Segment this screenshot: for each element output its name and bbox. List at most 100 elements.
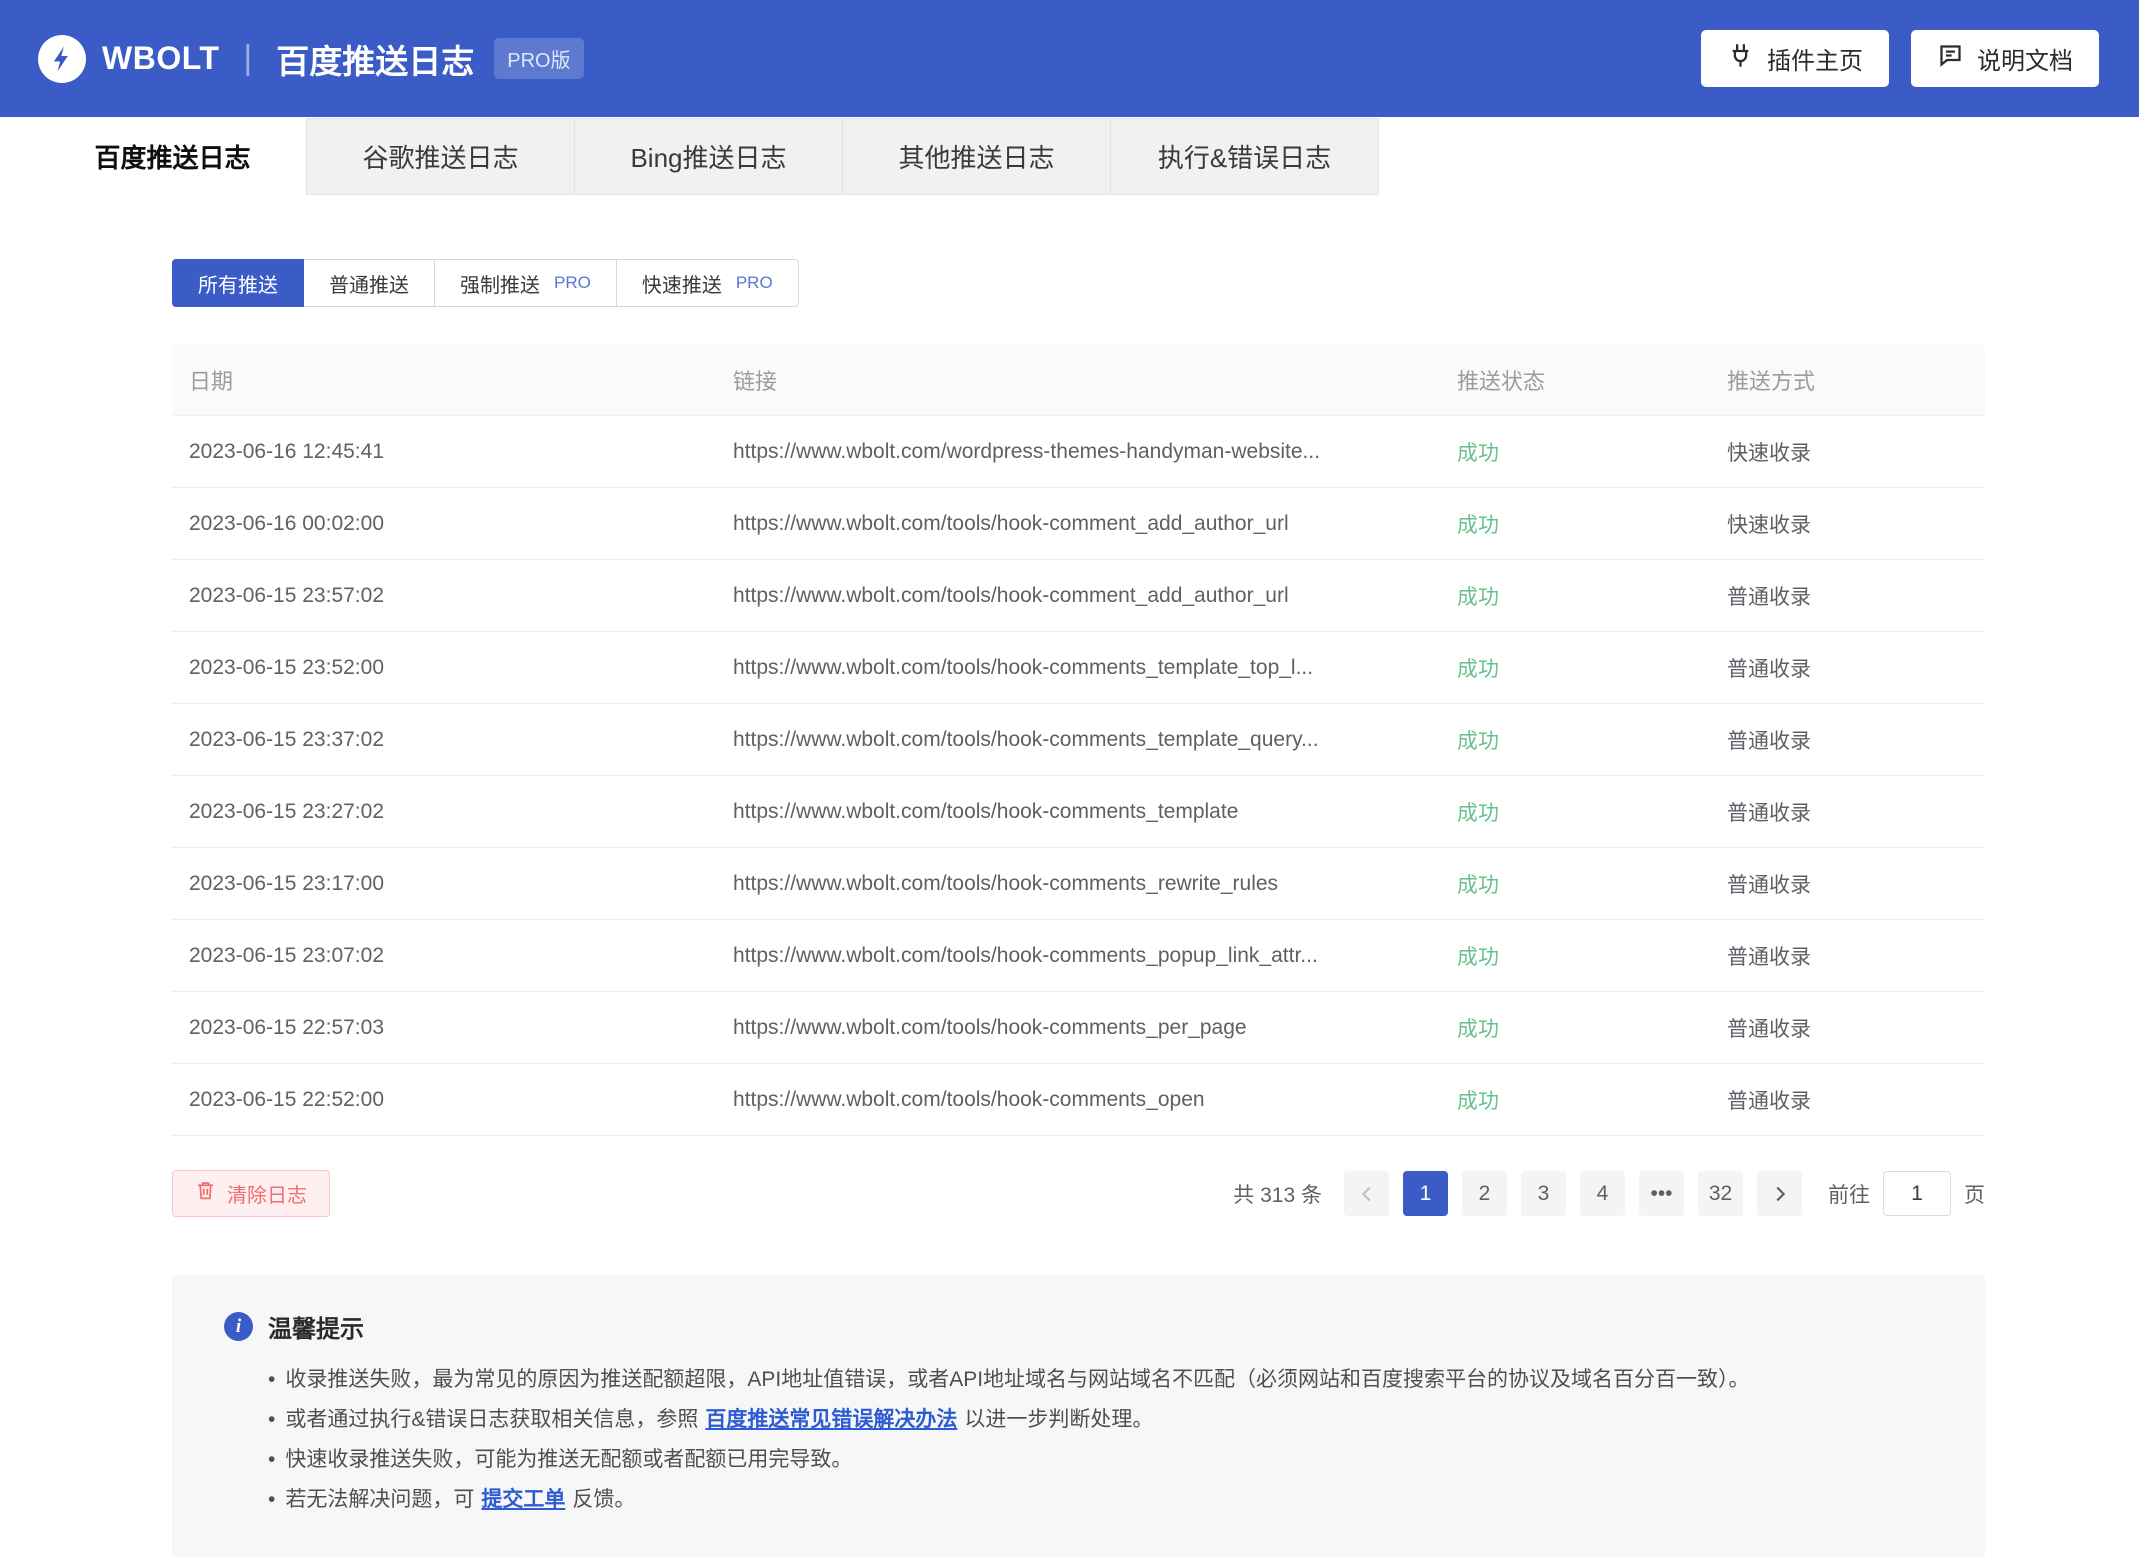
goto-page: 前往 页	[1828, 1171, 1985, 1216]
table-row: 2023-06-15 22:57:03 https://www.wbolt.co…	[172, 992, 1985, 1064]
filter-button[interactable]: 快速推送 PRO	[615, 259, 799, 307]
document-icon	[1937, 42, 1964, 76]
bullet: •	[268, 1368, 276, 1391]
tip-text: 若无法解决问题，可	[285, 1488, 475, 1511]
cell-status: 成功	[1457, 1089, 1499, 1113]
pagination: 共 313 条 1 2 3 4 ••• 32 前往 页	[1233, 1171, 1985, 1216]
cell-url: https://www.wbolt.com/tools/hook-comment…	[733, 1087, 1205, 1111]
tip-line-1: • 收录推送失败，最为常见的原因为推送配额超限，API地址值错误，或者API地址域…	[268, 1360, 1935, 1400]
goto-label: 前往	[1828, 1183, 1870, 1207]
filter-button[interactable]: 所有推送	[172, 259, 304, 307]
page-number-button[interactable]: 1	[1403, 1171, 1448, 1216]
page-number-label: 32	[1708, 1181, 1733, 1205]
cell-date: 2023-06-15 23:07:02	[189, 943, 384, 967]
cell-status: 成功	[1457, 1017, 1499, 1041]
table-row: 2023-06-15 23:07:02 https://www.wbolt.co…	[172, 920, 1985, 992]
cell-url: https://www.wbolt.com/tools/hook-comment…	[733, 583, 1289, 607]
docs-label: 说明文档	[1977, 48, 2073, 75]
trash-icon	[195, 1180, 216, 1207]
cell-date: 2023-06-16 12:45:41	[189, 439, 384, 463]
tab-label: 执行&错误日志	[1157, 143, 1332, 173]
page-number-button[interactable]: 32	[1698, 1171, 1743, 1216]
cell-url: https://www.wbolt.com/wordpress-themes-h…	[733, 439, 1321, 463]
error-guide-link[interactable]: 百度推送常见错误解决办法	[705, 1408, 957, 1431]
page-number-button[interactable]: 2	[1462, 1171, 1507, 1216]
tips-body: • 收录推送失败，最为常见的原因为推送配额超限，API地址值错误，或者API地址域…	[268, 1360, 1935, 1520]
next-page-button[interactable]	[1757, 1171, 1802, 1216]
page-number-list: 1 2 3 4 ••• 32	[1403, 1171, 1743, 1216]
cell-status: 成功	[1457, 441, 1499, 465]
tab[interactable]: 其他推送日志	[842, 118, 1111, 195]
cell-status: 成功	[1457, 801, 1499, 825]
wbolt-logo-icon	[38, 34, 86, 83]
tip-text: 或者通过执行&错误日志获取相关信息，参照	[285, 1408, 699, 1431]
table-row: 2023-06-15 23:52:00 https://www.wbolt.co…	[172, 632, 1985, 704]
page-number-button[interactable]: 3	[1521, 1171, 1566, 1216]
filter-button[interactable]: 强制推送 PRO	[434, 259, 617, 307]
page-number-button[interactable]: •••	[1639, 1171, 1684, 1216]
tip-text: 以进一步判断处理。	[964, 1408, 1154, 1431]
cell-date: 2023-06-15 23:27:02	[189, 799, 384, 823]
bullet: •	[268, 1408, 276, 1431]
tab[interactable]: 执行&错误日志	[1110, 118, 1379, 195]
cell-url: https://www.wbolt.com/tools/hook-comment…	[733, 655, 1314, 679]
info-icon	[224, 1312, 253, 1341]
cell-url: https://www.wbolt.com/tools/hook-comment…	[733, 727, 1319, 751]
page-number-label: 4	[1596, 1181, 1609, 1205]
cell-method: 快速收录	[1727, 513, 1811, 537]
cell-date: 2023-06-16 00:02:00	[189, 511, 384, 535]
column-header-date: 日期	[189, 369, 234, 394]
pro-tag: PRO	[735, 273, 773, 292]
header-divider: |	[243, 39, 253, 77]
filter-button[interactable]: 普通推送	[303, 259, 435, 307]
cell-method: 普通收录	[1727, 945, 1811, 969]
cell-url: https://www.wbolt.com/tools/hook-comment…	[733, 1015, 1247, 1039]
cell-method: 普通收录	[1727, 873, 1811, 897]
cell-status: 成功	[1457, 657, 1499, 681]
tab[interactable]: Bing推送日志	[574, 118, 843, 195]
tips-header: 温馨提示	[224, 1309, 1935, 1344]
page-title: 百度推送日志	[276, 42, 475, 80]
table-body: 2023-06-16 12:45:41 https://www.wbolt.co…	[172, 416, 1985, 1136]
prev-page-button[interactable]	[1344, 1171, 1389, 1216]
bullet: •	[268, 1448, 276, 1471]
cell-method: 快速收录	[1727, 441, 1811, 465]
column-header-status: 推送状态	[1457, 369, 1546, 394]
tip-line-2: • 或者通过执行&错误日志获取相关信息，参照 百度推送常见错误解决办法 以进一步判断处…	[268, 1400, 1935, 1440]
tab[interactable]: 百度推送日志	[38, 118, 307, 195]
tab-label: 其他推送日志	[898, 143, 1055, 173]
cell-date: 2023-06-15 23:57:02	[189, 583, 384, 607]
filter-label: 快速推送	[641, 274, 722, 297]
tab[interactable]: 谷歌推送日志	[306, 118, 575, 195]
goto-unit: 页	[1964, 1183, 1985, 1207]
filter-label: 普通推送	[329, 274, 409, 297]
cell-method: 普通收录	[1727, 585, 1811, 609]
app-header: WBOLT | 百度推送日志 PRO版 插件主页 说明文档	[0, 0, 2139, 117]
cell-date: 2023-06-15 23:52:00	[189, 655, 384, 679]
cell-date: 2023-06-15 22:57:03	[189, 1015, 384, 1039]
push-log-table: 日期 链接 推送状态 推送方式 2023-06-16 12:45:41 http…	[172, 345, 1985, 1136]
cell-method: 普通收录	[1727, 801, 1811, 825]
submit-ticket-link[interactable]: 提交工单	[481, 1488, 565, 1511]
docs-button[interactable]: 说明文档	[1911, 30, 2099, 87]
table-row: 2023-06-16 00:02:00 https://www.wbolt.co…	[172, 488, 1985, 560]
clear-logs-button[interactable]: 清除日志	[172, 1170, 330, 1217]
table-row: 2023-06-15 23:17:00 https://www.wbolt.co…	[172, 848, 1985, 920]
cell-url: https://www.wbolt.com/tools/hook-comment…	[733, 943, 1318, 967]
tab-label: 谷歌推送日志	[362, 143, 519, 173]
clear-logs-label: 清除日志	[227, 1185, 307, 1207]
cell-method: 普通收录	[1727, 657, 1811, 681]
table-footer: 清除日志 共 313 条 1 2 3 4 ••• 32 前往 页	[172, 1170, 1985, 1217]
tip-text: 快速收录推送失败，可能为推送无配额或者配额已用完导致。	[285, 1448, 853, 1471]
tip-line-3: • 快速收录推送失败，可能为推送无配额或者配额已用完导致。	[268, 1440, 1935, 1480]
page-number-button[interactable]: 4	[1580, 1171, 1625, 1216]
table-row: 2023-06-15 22:52:00 https://www.wbolt.co…	[172, 1064, 1985, 1136]
goto-page-input[interactable]	[1883, 1171, 1951, 1216]
pro-tag: PRO	[554, 273, 591, 292]
table-row: 2023-06-15 23:57:02 https://www.wbolt.co…	[172, 560, 1985, 632]
cell-date: 2023-06-15 23:17:00	[189, 871, 384, 895]
cell-method: 普通收录	[1727, 1017, 1811, 1041]
push-type-filter-group: 所有推送 普通推送 强制推送 PRO 快速推送 PRO	[172, 259, 799, 307]
cell-status: 成功	[1457, 729, 1499, 753]
plugin-home-button[interactable]: 插件主页	[1701, 30, 1889, 87]
